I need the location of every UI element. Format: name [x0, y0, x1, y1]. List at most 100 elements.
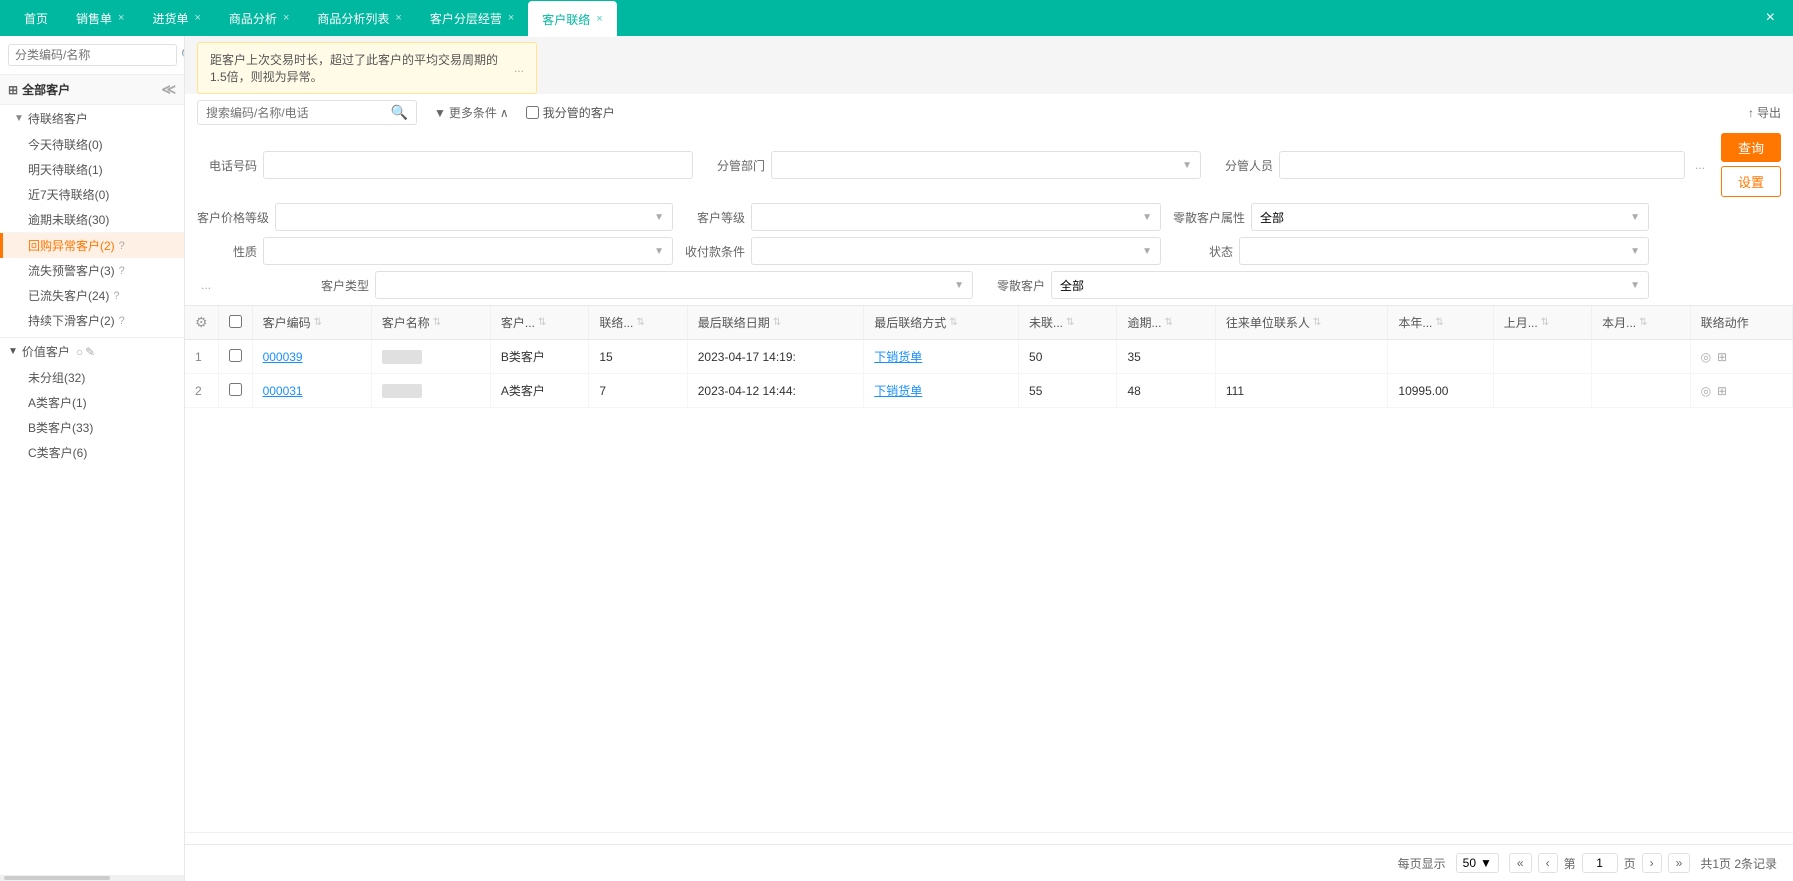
- sidebar-7days-pending[interactable]: 近7天待联络(0): [0, 182, 184, 207]
- col-last-month-sort-icon[interactable]: ⇅: [1541, 317, 1549, 328]
- row2-last-method[interactable]: 下销货单: [864, 374, 1019, 408]
- sidebar-today-pending[interactable]: 今天待联络(0): [0, 132, 184, 157]
- col-contact-person-sort-icon[interactable]: ⇅: [1313, 317, 1321, 328]
- nav-product-list-close[interactable]: ×: [395, 12, 401, 24]
- row1-select-checkbox[interactable]: [229, 349, 242, 362]
- scattered-customer-select[interactable]: 全部 ▼: [1051, 271, 1649, 299]
- query-button[interactable]: 查询: [1721, 133, 1781, 162]
- col-customer-type[interactable]: 客户... ⇅: [490, 306, 588, 340]
- setup-button[interactable]: 设置: [1721, 166, 1781, 197]
- customer-level-select[interactable]: ▼: [751, 203, 1161, 231]
- table-settings-icon[interactable]: ⚙: [195, 314, 208, 330]
- col-overdue[interactable]: 逾期... ⇅: [1117, 306, 1215, 340]
- first-page-button[interactable]: «: [1509, 853, 1532, 873]
- filter-search-icon[interactable]: 🔍: [391, 104, 408, 121]
- last-page-button[interactable]: »: [1668, 853, 1691, 873]
- sidebar-ungrouped[interactable]: 未分组(32): [0, 365, 184, 390]
- value-customers-header[interactable]: ▼ 价值客户 ○ ✎: [0, 338, 184, 365]
- sidebar-b-customers[interactable]: B类客户(33): [0, 415, 184, 440]
- sidebar-overdue-contact[interactable]: 逾期未联络(30): [0, 207, 184, 232]
- status-select[interactable]: ▼: [1239, 237, 1649, 265]
- row1-code[interactable]: 000039: [252, 340, 371, 374]
- nav-sales-close[interactable]: ×: [118, 12, 124, 24]
- row1-action1-icon[interactable]: ◎: [1701, 350, 1711, 364]
- more-conditions-button[interactable]: ▼ 更多条件 ∧: [427, 100, 516, 125]
- col-last-month[interactable]: 上月... ⇅: [1493, 306, 1591, 340]
- sidebar-lost-pre-warning[interactable]: 流失预警客户(3) ?: [0, 258, 184, 283]
- sidebar-a-customers[interactable]: A类客户(1): [0, 390, 184, 415]
- sidebar-search-input[interactable]: [8, 44, 177, 66]
- dept-select[interactable]: ▼: [771, 151, 1201, 179]
- col-type-sort-icon[interactable]: ⇅: [538, 317, 546, 328]
- nav-home[interactable]: 首页: [10, 0, 62, 36]
- row1-action2-icon[interactable]: ⊞: [1717, 350, 1727, 364]
- col-contact-count[interactable]: 联络... ⇅: [589, 306, 687, 340]
- sidebar-already-lost[interactable]: 已流失客户(24) ?: [0, 283, 184, 308]
- row2-code[interactable]: 000031: [252, 374, 371, 408]
- declining-help-icon[interactable]: ?: [119, 315, 125, 327]
- col-last-date-sort-icon[interactable]: ⇅: [773, 317, 781, 328]
- sidebar-declining[interactable]: 持续下滑客户(2) ?: [0, 308, 184, 333]
- scattered-attr-select[interactable]: 全部 ▼: [1251, 203, 1649, 231]
- col-this-month[interactable]: 本月... ⇅: [1592, 306, 1690, 340]
- col-unlisted[interactable]: 未联... ⇅: [1019, 306, 1117, 340]
- my-customers-checkbox[interactable]: [526, 106, 539, 119]
- col-contact-person[interactable]: 往来单位联系人 ⇅: [1215, 306, 1388, 340]
- col-name-sort-icon[interactable]: ⇅: [433, 317, 441, 328]
- nav-customer-contact[interactable]: 客户联络 ×: [528, 1, 616, 37]
- export-button[interactable]: ↑ 导出: [1748, 104, 1781, 121]
- row2-action2-icon[interactable]: ⊞: [1717, 384, 1727, 398]
- col-unlisted-sort-icon[interactable]: ⇅: [1066, 317, 1074, 328]
- pending-contact-header[interactable]: ▼ 待联络客户: [0, 105, 184, 132]
- row2-action1-icon[interactable]: ◎: [1701, 384, 1711, 398]
- row4-more-dots[interactable]: ...: [197, 278, 215, 292]
- col-name[interactable]: 客户名称 ⇅: [371, 306, 490, 340]
- col-this-month-sort-icon[interactable]: ⇅: [1639, 317, 1647, 328]
- row1-last-method[interactable]: 下销货单: [864, 340, 1019, 374]
- nav-customer-contact-close[interactable]: ×: [596, 13, 602, 25]
- filter-search-input[interactable]: [206, 106, 387, 120]
- col-this-year[interactable]: 本年... ⇅: [1388, 306, 1493, 340]
- value-group-add-icon[interactable]: ✎: [85, 345, 95, 359]
- repurchase-anomaly-help-icon[interactable]: ?: [119, 240, 125, 252]
- nav-purchase-close[interactable]: ×: [194, 12, 200, 24]
- value-group-edit-icon[interactable]: ○: [76, 345, 83, 359]
- sidebar-all-customers[interactable]: ⊞ 全部客户 ≪: [0, 75, 184, 105]
- col-last-contact-date[interactable]: 最后联络日期 ⇅: [687, 306, 864, 340]
- prev-page-button[interactable]: ‹: [1538, 853, 1558, 873]
- sidebar-c-customers[interactable]: C类客户(6): [0, 440, 184, 465]
- table-horizontal-scrollbar[interactable]: [185, 832, 1793, 844]
- col-code-sort-icon[interactable]: ⇅: [314, 317, 322, 328]
- nav-customer-tier[interactable]: 客户分层经营 ×: [416, 0, 528, 36]
- payment-select[interactable]: ▼: [751, 237, 1161, 265]
- manager-more-icon[interactable]: ...: [1691, 158, 1709, 172]
- col-this-year-sort-icon[interactable]: ⇅: [1435, 317, 1443, 328]
- nature-select[interactable]: ▼: [263, 237, 673, 265]
- nav-customer-tier-close[interactable]: ×: [508, 12, 514, 24]
- nav-sales[interactable]: 销售单 ×: [62, 0, 138, 36]
- phone-input[interactable]: [263, 151, 693, 179]
- row2-select-checkbox[interactable]: [229, 383, 242, 396]
- manager-input[interactable]: [1279, 151, 1685, 179]
- nav-product-list[interactable]: 商品分析列表 ×: [303, 0, 415, 36]
- col-overdue-sort-icon[interactable]: ⇅: [1164, 317, 1172, 328]
- nav-product-analysis-close[interactable]: ×: [283, 12, 289, 24]
- col-last-contact-method[interactable]: 最后联络方式 ⇅: [864, 306, 1019, 340]
- sidebar-repurchase-anomaly[interactable]: 回购异常客户(2) ?: [0, 233, 184, 258]
- lost-pre-help-icon[interactable]: ?: [119, 265, 125, 277]
- col-code[interactable]: 客户编码 ⇅: [252, 306, 371, 340]
- current-page-input[interactable]: [1582, 853, 1618, 873]
- next-page-button[interactable]: ›: [1642, 853, 1662, 873]
- col-contact-sort-icon[interactable]: ⇅: [636, 317, 644, 328]
- nav-product-analysis[interactable]: 商品分析 ×: [215, 0, 303, 36]
- col-last-method-sort-icon[interactable]: ⇅: [949, 317, 957, 328]
- row2-name[interactable]: [371, 374, 490, 408]
- collapse-sidebar-icon[interactable]: ≪: [161, 81, 176, 98]
- price-level-select[interactable]: ▼: [275, 203, 673, 231]
- window-close-button[interactable]: ×: [1758, 9, 1783, 27]
- page-size-select[interactable]: 50 ▼: [1456, 853, 1499, 873]
- my-customers-checkbox-label[interactable]: 我分管的客户: [526, 104, 615, 121]
- already-lost-help-icon[interactable]: ?: [113, 290, 119, 302]
- customer-type-select[interactable]: ▼: [375, 271, 973, 299]
- row1-name[interactable]: [371, 340, 490, 374]
